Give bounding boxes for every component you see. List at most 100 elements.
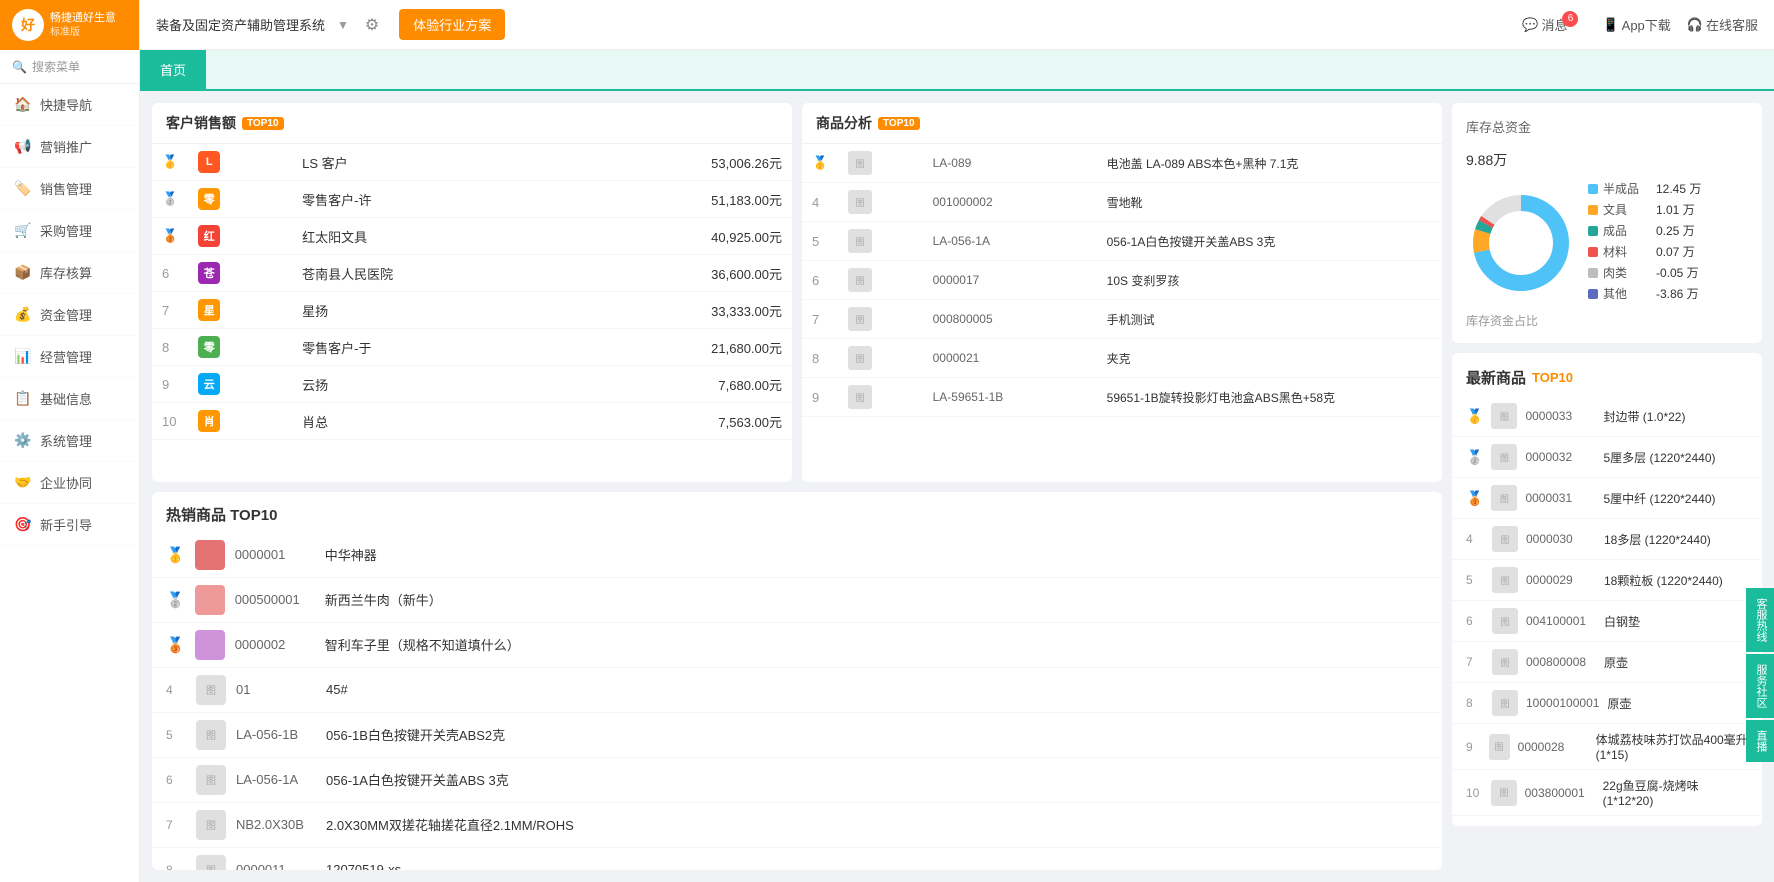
rank-medal: 🥇 [802,144,838,183]
float-btn-service[interactable]: 客服热线 [1746,588,1774,652]
sidebar-item-finance[interactable]: 💰 资金管理 [0,294,139,336]
product-code: 01 [236,682,316,697]
customer-row[interactable]: 8 零 零售客户-于 21,680.00元 [152,329,792,366]
float-btn-live[interactable]: 直播 [1746,720,1774,762]
product-right-row[interactable]: 9 图 LA-59651-1B 59651-1B旋转投影灯电池盒ABS黑色+58… [802,378,1442,417]
latest-product-row[interactable]: 6 图 004100001 白钢垫 [1452,601,1762,642]
hot-product-row[interactable]: 4 图 01 45# [152,668,1442,713]
hot-product-row[interactable]: 🥉 0000002 智利车子里（规格不知道填什么） [152,623,1442,668]
latest-product-row[interactable]: 🥉 图 0000031 5厘中纤 (1220*2440) [1452,478,1762,519]
legend-value: 0.07 万 [1656,243,1695,260]
product-code: 0000001 [235,547,315,562]
product-right-row[interactable]: 8 图 0000021 夹克 [802,339,1442,378]
product-right-row[interactable]: 4 图 001000002 雪地靴 [802,183,1442,222]
tab-home[interactable]: 首页 [140,50,206,89]
latest-name: 18颗粒板 (1220*2440) [1604,572,1723,589]
system-title: 装备及固定资产辅助管理系统 [156,15,325,34]
trial-button[interactable]: 体验行业方案 [399,9,505,40]
latest-product-row[interactable]: 7 图 000800008 原壶 [1452,642,1762,683]
inventory-title: 库存总资金 [1466,117,1748,136]
product-thumbnail: 图 [196,675,226,705]
customer-row[interactable]: 9 云 云扬 7,680.00元 [152,366,792,403]
latest-product-row[interactable]: 4 图 0000030 18多层 (1220*2440) [1452,519,1762,560]
legend-item: 肉类 -0.05 万 [1588,264,1701,281]
inventory-icon: 📦 [14,264,32,282]
product-right-row[interactable]: 7 图 000800005 手机测试 [802,300,1442,339]
sidebar-item-guide[interactable]: 🎯 新手引导 [0,504,139,546]
customer-row[interactable]: 7 星 星扬 33,333.00元 [152,292,792,329]
product-ranking-right-table: 🥇 图 LA-089 电池盖 LA-089 ABS本色+黑种 7.1克 4 图 … [802,144,1442,417]
float-btn-community[interactable]: 服务社区 [1746,654,1774,718]
latest-thumbnail: 图 [1489,734,1510,760]
customer-amount: 36,600.00元 [567,255,792,292]
sidebar-item-operations[interactable]: 📊 经营管理 [0,336,139,378]
hot-products-card: 热销商品 TOP10 🥇 0000001 中华神器 🥈 000500001 新西… [152,492,1442,871]
product-name: 056-1A白色按键开关盖ABS 3克 [1097,222,1442,261]
latest-thumbnail: 图 [1492,526,1518,552]
latest-product-row[interactable]: 9 图 0000028 体城荔枝味苏打饮品400毫升 (1*15) [1452,724,1762,770]
customer-row[interactable]: 🥈 零 零售客户-许 51,183.00元 [152,181,792,218]
rank-medal: 10 [152,403,188,440]
hot-product-row[interactable]: 🥇 0000001 中华神器 [152,533,1442,578]
latest-product-row[interactable]: 🥈 图 0000032 5厘多层 (1220*2440) [1452,437,1762,478]
latest-code: 004100001 [1526,614,1596,628]
sidebar-item-basics[interactable]: 📋 基础信息 [0,378,139,420]
product-name: 056-1B白色按键开关壳ABS2克 [326,725,505,744]
system-icon: ⚙️ [14,432,32,450]
legend-item: 材料 0.07 万 [1588,243,1701,260]
online-service-item[interactable]: 🎧 在线客服 [1687,15,1758,34]
sidebar-item-purchase[interactable]: 🛒 采购管理 [0,210,139,252]
product-thumb-cell: 图 [838,378,922,417]
product-right-row[interactable]: 🥇 图 LA-089 电池盖 LA-089 ABS本色+黑种 7.1克 [802,144,1442,183]
latest-code: 0000030 [1526,532,1596,546]
latest-product-row[interactable]: 5 图 0000029 18颗粒板 (1220*2440) [1452,560,1762,601]
sidebar-item-inventory[interactable]: 📦 库存核算 [0,252,139,294]
hot-product-row[interactable]: 5 图 LA-056-1B 056-1B白色按键开关壳ABS2克 [152,713,1442,758]
sidebar-item-home[interactable]: 🏠 快捷导航 [0,84,139,126]
customer-row[interactable]: 🥉 红 红太阳文具 40,925.00元 [152,218,792,255]
latest-product-row[interactable]: 🥇 图 0000033 封边带 (1.0*22) [1452,396,1762,437]
rank-medal: 🥈 [152,181,188,218]
sidebar-item-system[interactable]: ⚙️ 系统管理 [0,420,139,462]
dropdown-arrow-icon[interactable]: ▼ [337,18,349,32]
product-code: NB2.0X30B [236,817,316,832]
app-download-item[interactable]: 📱 App下载 [1602,15,1670,34]
product-code: 0000021 [923,339,1097,378]
product-right-row[interactable]: 5 图 LA-056-1A 056-1A白色按键开关盖ABS 3克 [802,222,1442,261]
legend-item: 半成品 12.45 万 [1588,180,1701,197]
legend-label: 材料 [1603,243,1643,260]
legend-dot [1588,184,1598,194]
product-thumb-cell: 图 [838,222,922,261]
customer-row[interactable]: 🥇 L LS 客户 53,006.26元 [152,144,792,181]
two-col-layout: 客户销售额 TOP10 🥇 L LS 客户 53,006.26元 🥈 零 零售客… [152,103,1442,482]
product-thumbnail: 图 [196,720,226,750]
legend-item: 文具 1.01 万 [1588,201,1701,218]
settings-icon[interactable]: ⚙ [365,15,379,35]
customer-row[interactable]: 10 肖 肖总 7,563.00元 [152,403,792,440]
rank-medal: 4 [802,183,838,222]
logo-text: 畅捷通好生意 标准版 [50,11,116,38]
sidebar-item-sales[interactable]: 🏷️ 销售管理 [0,168,139,210]
latest-product-row[interactable]: 10 图 003800001 22g鱼豆腐-烧烤味 (1*12*20) [1452,770,1762,816]
hot-product-row[interactable]: 🥈 000500001 新西兰牛肉（新牛） [152,578,1442,623]
hot-product-row[interactable]: 7 图 NB2.0X30B 2.0X30MM双搓花轴搓花直径2.1MM/ROHS [152,803,1442,848]
legend-label: 半成品 [1603,180,1643,197]
latest-product-row[interactable]: 8 图 10000100001 原壶 [1452,683,1762,724]
search-menu[interactable]: 🔍 搜索菜单 [0,50,139,84]
product-name: 45# [326,682,348,697]
sidebar-item-collaboration[interactable]: 🤝 企业协同 [0,462,139,504]
customer-name: 肖总 [292,403,567,440]
product-thumb-cell: 图 [838,339,922,378]
customer-row[interactable]: 6 苍 苍南县人民医院 36,600.00元 [152,255,792,292]
customer-ranking-header: 客户销售额 TOP10 [152,103,792,144]
customer-amount: 53,006.26元 [567,144,792,181]
customer-amount: 33,333.00元 [567,292,792,329]
sidebar-item-marketing[interactable]: 📢 营销推广 [0,126,139,168]
customer-ranking-col: 客户销售额 TOP10 🥇 L LS 客户 53,006.26元 🥈 零 零售客… [152,103,792,482]
product-thumb-cell: 图 [838,183,922,222]
product-right-row[interactable]: 6 图 0000017 10S 变刹罗孩 [802,261,1442,300]
latest-code: 0000033 [1525,409,1595,423]
hot-product-row[interactable]: 6 图 LA-056-1A 056-1A白色按键开关盖ABS 3克 [152,758,1442,803]
notification-item[interactable]: 💬 消息 6 [1522,15,1586,34]
hot-product-row[interactable]: 8 图 0000011 12070519-xs [152,848,1442,871]
